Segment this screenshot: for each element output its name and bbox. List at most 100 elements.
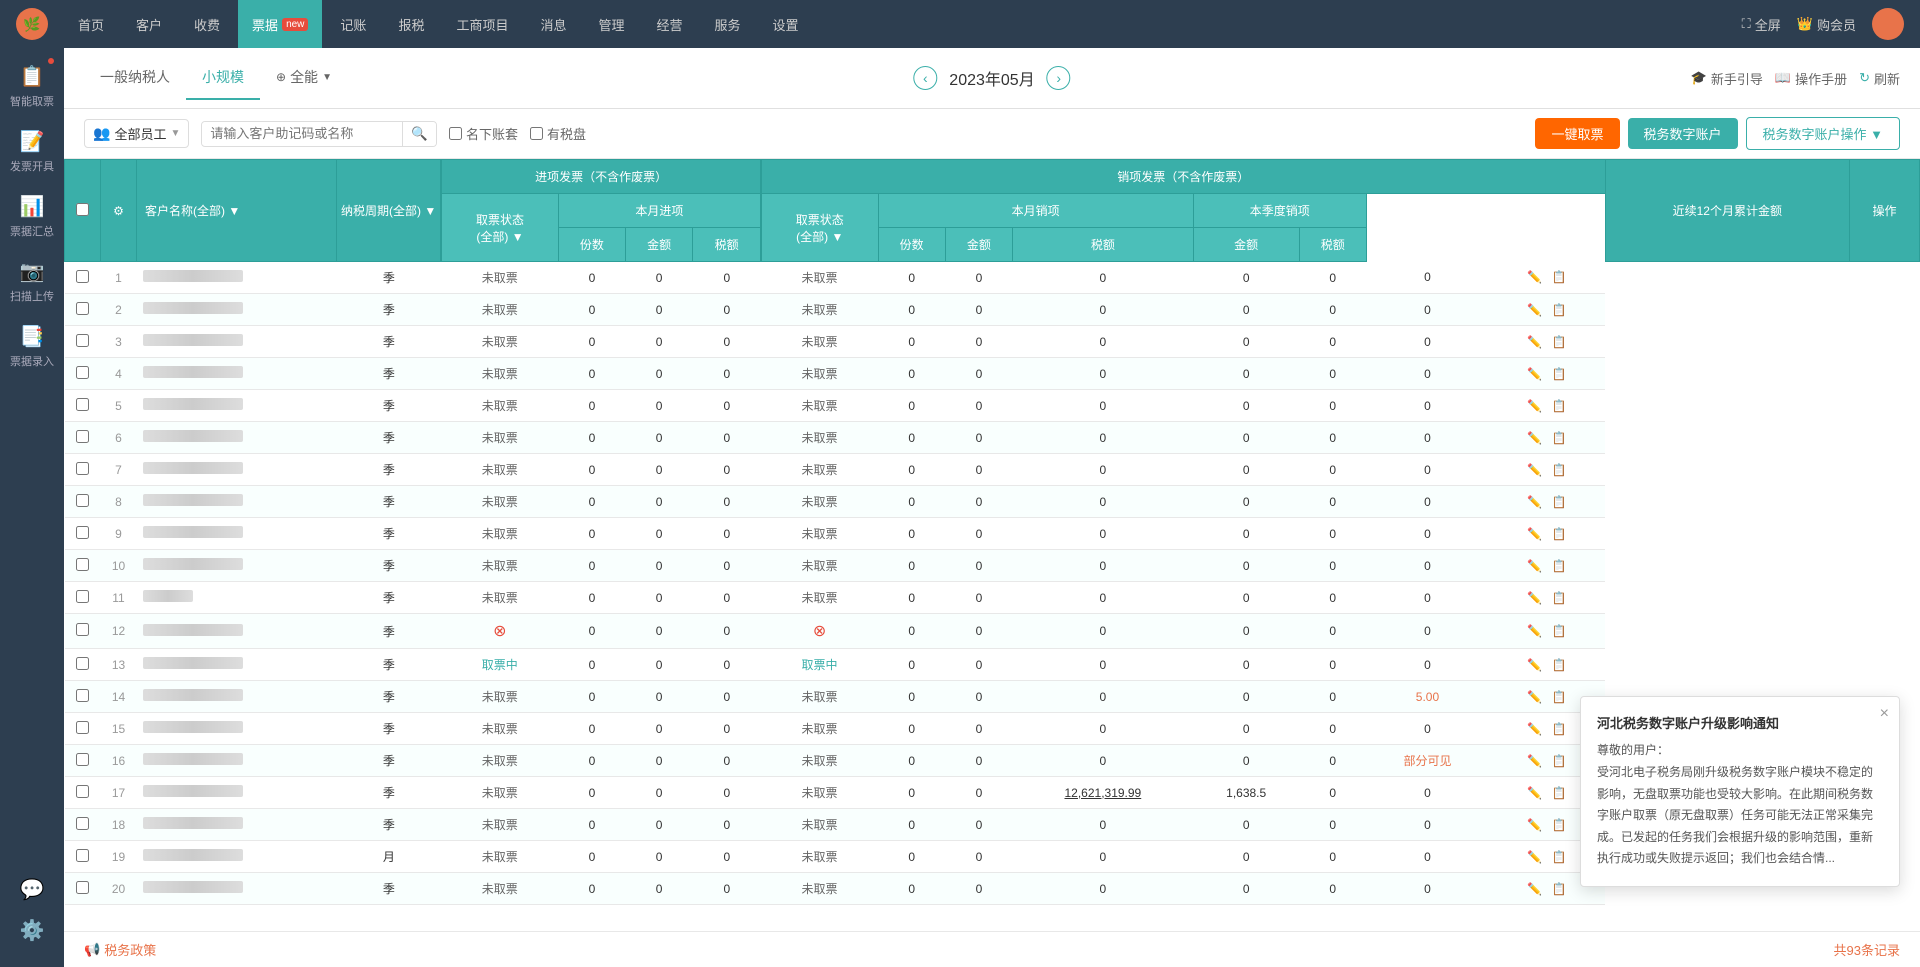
sidebar-item-scan-upload[interactable]: 📷 扫描上传 bbox=[2, 251, 62, 312]
user-avatar[interactable] bbox=[1872, 8, 1904, 40]
row-checkbox[interactable] bbox=[76, 657, 89, 670]
copy-btn[interactable]: 📋 bbox=[1552, 591, 1567, 605]
prev-month-btn[interactable]: ‹ bbox=[913, 66, 937, 90]
edit-btn[interactable]: ✏️ bbox=[1527, 690, 1542, 704]
edit-btn[interactable]: ✏️ bbox=[1527, 303, 1542, 317]
row-checkbox[interactable] bbox=[76, 270, 89, 283]
refresh-link[interactable]: ↻ 刷新 bbox=[1859, 69, 1900, 88]
edit-btn[interactable]: ✏️ bbox=[1527, 658, 1542, 672]
edit-btn[interactable]: ✏️ bbox=[1527, 335, 1542, 349]
nav-settings[interactable]: 设置 bbox=[759, 0, 813, 48]
edit-btn[interactable]: ✏️ bbox=[1527, 431, 1542, 445]
edit-btn[interactable]: ✏️ bbox=[1527, 818, 1542, 832]
sidebar-item-system-settings[interactable]: ⚙️ bbox=[2, 910, 62, 951]
row-checkbox[interactable] bbox=[76, 398, 89, 411]
copy-btn[interactable]: 📋 bbox=[1552, 818, 1567, 832]
edit-btn[interactable]: ✏️ bbox=[1527, 559, 1542, 573]
search-input[interactable] bbox=[202, 122, 402, 145]
nav-service[interactable]: 服务 bbox=[701, 0, 755, 48]
copy-btn[interactable]: 📋 bbox=[1552, 754, 1567, 768]
edit-btn[interactable]: ✏️ bbox=[1527, 495, 1542, 509]
sidebar-item-smart-ticket[interactable]: 📋 智能取票 bbox=[2, 56, 62, 117]
copy-btn[interactable]: 📋 bbox=[1552, 431, 1567, 445]
copy-btn[interactable]: 📋 bbox=[1552, 495, 1567, 509]
nav-accounting[interactable]: 记账 bbox=[326, 0, 380, 48]
edit-btn[interactable]: ✏️ bbox=[1527, 786, 1542, 800]
row-checkbox[interactable] bbox=[76, 366, 89, 379]
row-checkbox[interactable] bbox=[76, 623, 89, 636]
tax-policy-link[interactable]: 📢 税务政策 bbox=[84, 940, 156, 959]
edit-btn[interactable]: ✏️ bbox=[1527, 367, 1542, 381]
th-client-name[interactable]: 客户名称(全部) ▼ bbox=[137, 160, 337, 262]
edit-btn[interactable]: ✏️ bbox=[1527, 850, 1542, 864]
under-account-checkbox[interactable] bbox=[449, 127, 462, 140]
row-checkbox[interactable] bbox=[76, 526, 89, 539]
select-all-checkbox[interactable] bbox=[76, 203, 89, 216]
sidebar-item-ticket-entry[interactable]: 📑 票据录入 bbox=[2, 316, 62, 377]
sidebar-item-chat[interactable]: 💬 bbox=[2, 869, 62, 910]
nav-operate[interactable]: 经营 bbox=[643, 0, 697, 48]
row-checkbox[interactable] bbox=[76, 753, 89, 766]
copy-btn[interactable]: 📋 bbox=[1552, 690, 1567, 704]
row-checkbox[interactable] bbox=[76, 817, 89, 830]
edit-btn[interactable]: ✏️ bbox=[1527, 882, 1542, 896]
edit-btn[interactable]: ✏️ bbox=[1527, 754, 1542, 768]
copy-btn[interactable]: 📋 bbox=[1552, 850, 1567, 864]
th-out-status[interactable]: 取票状态(全部) ▼ bbox=[761, 194, 878, 262]
vip-btn[interactable]: 👑 购会员 bbox=[1797, 15, 1856, 34]
row-checkbox[interactable] bbox=[76, 590, 89, 603]
nav-manage[interactable]: 管理 bbox=[584, 0, 638, 48]
nav-message[interactable]: 消息 bbox=[526, 0, 580, 48]
edit-btn[interactable]: ✏️ bbox=[1527, 722, 1542, 736]
tab-all-capable[interactable]: ⊕ 全能 ▼ bbox=[260, 56, 348, 100]
nav-home[interactable]: 首页 bbox=[64, 0, 118, 48]
row-checkbox[interactable] bbox=[76, 849, 89, 862]
th-tax-period[interactable]: 纳税周期(全部) ▼ bbox=[337, 160, 442, 262]
nav-tax[interactable]: 报税 bbox=[384, 0, 438, 48]
row-checkbox[interactable] bbox=[76, 302, 89, 315]
one-key-ticket-btn[interactable]: 一键取票 bbox=[1535, 118, 1619, 149]
row-checkbox[interactable] bbox=[76, 721, 89, 734]
nav-customer[interactable]: 客户 bbox=[122, 0, 176, 48]
popup-close-btn[interactable]: × bbox=[1880, 705, 1889, 723]
app-logo[interactable]: 🌿 bbox=[16, 8, 48, 40]
nav-billing[interactable]: 收费 bbox=[180, 0, 234, 48]
edit-btn[interactable]: ✏️ bbox=[1527, 270, 1542, 284]
row-checkbox[interactable] bbox=[76, 462, 89, 475]
tab-small-scale[interactable]: 小规模 bbox=[186, 56, 260, 100]
sidebar-item-ticket-summary[interactable]: 📊 票据汇总 bbox=[2, 186, 62, 247]
row-checkbox[interactable] bbox=[76, 785, 89, 798]
search-button[interactable]: 🔍 bbox=[402, 122, 436, 146]
edit-btn[interactable]: ✏️ bbox=[1527, 591, 1542, 605]
row-checkbox[interactable] bbox=[76, 881, 89, 894]
copy-btn[interactable]: 📋 bbox=[1552, 722, 1567, 736]
copy-btn[interactable]: 📋 bbox=[1552, 658, 1567, 672]
staff-selector[interactable]: 👥 全部员工 ▼ bbox=[84, 119, 189, 148]
row-checkbox[interactable] bbox=[76, 334, 89, 347]
copy-btn[interactable]: 📋 bbox=[1552, 624, 1567, 638]
copy-btn[interactable]: 📋 bbox=[1552, 367, 1567, 381]
row-checkbox[interactable] bbox=[76, 689, 89, 702]
copy-btn[interactable]: 📋 bbox=[1552, 527, 1567, 541]
copy-btn[interactable]: 📋 bbox=[1552, 559, 1567, 573]
edit-btn[interactable]: ✏️ bbox=[1527, 399, 1542, 413]
row-checkbox[interactable] bbox=[76, 430, 89, 443]
th-in-status[interactable]: 取票状态(全部) ▼ bbox=[441, 194, 558, 262]
copy-btn[interactable]: 📋 bbox=[1552, 335, 1567, 349]
copy-btn[interactable]: 📋 bbox=[1552, 303, 1567, 317]
tax-digital-op-btn[interactable]: 税务数字账户操作 ▼ bbox=[1746, 117, 1900, 150]
fullscreen-btn[interactable]: ⛶ 全屏 bbox=[1742, 15, 1781, 34]
has-taxpad-checkbox-label[interactable]: 有税盘 bbox=[530, 124, 586, 143]
nav-business[interactable]: 工商项目 bbox=[442, 0, 522, 48]
row-checkbox[interactable] bbox=[76, 558, 89, 571]
manual-link[interactable]: 📖 操作手册 bbox=[1775, 69, 1847, 88]
th-config[interactable]: ⚙ bbox=[101, 160, 137, 262]
copy-btn[interactable]: 📋 bbox=[1552, 399, 1567, 413]
nav-ticket[interactable]: 票据 new bbox=[238, 0, 322, 48]
next-month-btn[interactable]: › bbox=[1047, 66, 1071, 90]
copy-btn[interactable]: 📋 bbox=[1552, 786, 1567, 800]
copy-btn[interactable]: 📋 bbox=[1552, 463, 1567, 477]
tab-general-taxpayer[interactable]: 一般纳税人 bbox=[84, 56, 186, 100]
sidebar-item-invoice-open[interactable]: 📝 发票开具 bbox=[2, 121, 62, 182]
edit-btn[interactable]: ✏️ bbox=[1527, 624, 1542, 638]
